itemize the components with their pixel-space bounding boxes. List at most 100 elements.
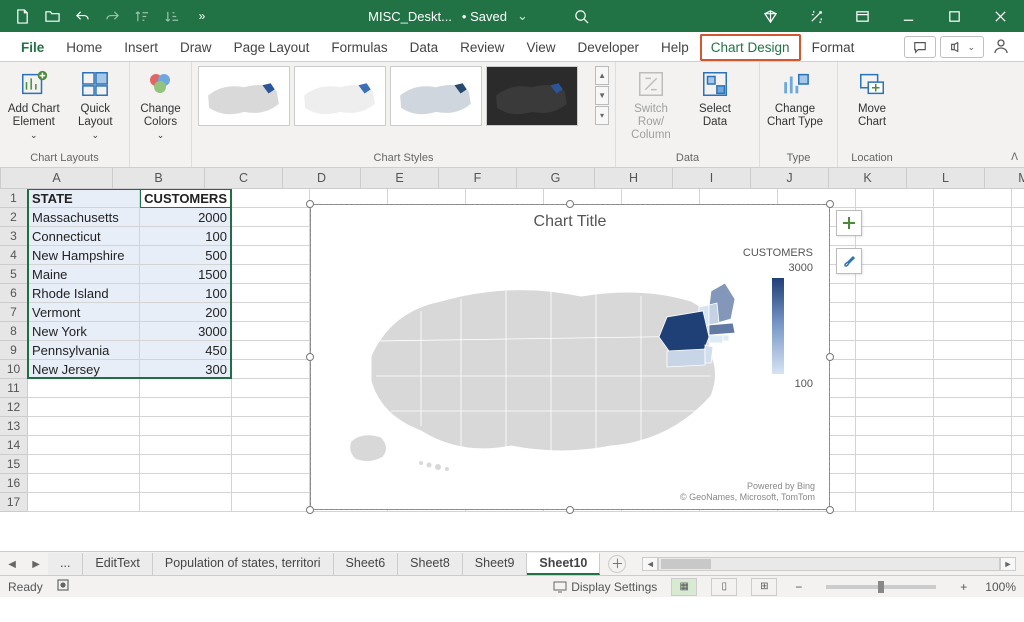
cell-B3[interactable]: 100 (140, 227, 232, 246)
cell-C11[interactable] (232, 379, 310, 398)
cell-L6[interactable] (934, 284, 1012, 303)
cell-B4[interactable]: 500 (140, 246, 232, 265)
tab-help[interactable]: Help (650, 34, 700, 61)
chart-resize-s[interactable] (566, 506, 574, 514)
cell-B10[interactable]: 300 (140, 360, 232, 379)
column-header-E[interactable]: E (361, 168, 439, 188)
cell-B5[interactable]: 1500 (140, 265, 232, 284)
display-settings-button[interactable]: Display Settings (553, 580, 657, 594)
chart-style-3[interactable] (390, 66, 482, 126)
view-normal-button[interactable]: ▦ (671, 578, 697, 596)
sheet-tab-sheet9[interactable]: Sheet9 (463, 553, 528, 575)
undo-icon[interactable] (68, 3, 96, 29)
chart-elements-plus-button[interactable] (836, 210, 862, 236)
zoom-out-button[interactable]: − (791, 580, 806, 594)
cell-B15[interactable] (140, 455, 232, 474)
cell-M7[interactable] (1012, 303, 1024, 322)
cell-K11[interactable] (856, 379, 934, 398)
row-header-4[interactable]: 4 (0, 246, 28, 265)
cell-K7[interactable] (856, 303, 934, 322)
select-data-button[interactable]: Select Data (686, 66, 744, 129)
tab-review[interactable]: Review (449, 34, 515, 61)
tab-file[interactable]: File (10, 34, 55, 61)
cell-L11[interactable] (934, 379, 1012, 398)
cell-C9[interactable] (232, 341, 310, 360)
cell-L15[interactable] (934, 455, 1012, 474)
collapse-ribbon-icon[interactable]: ᐱ (1011, 152, 1018, 163)
change-chart-type-button[interactable]: Change Chart Type (766, 66, 824, 129)
cell-A4[interactable]: New Hampshire (28, 246, 140, 265)
cell-L16[interactable] (934, 474, 1012, 493)
cell-A9[interactable]: Pennsylvania (28, 341, 140, 360)
cell-A17[interactable] (28, 493, 140, 512)
cell-A15[interactable] (28, 455, 140, 474)
cell-C15[interactable] (232, 455, 310, 474)
cell-A2[interactable]: Massachusetts (28, 208, 140, 227)
cell-K14[interactable] (856, 436, 934, 455)
cell-M8[interactable] (1012, 322, 1024, 341)
cell-A5[interactable]: Maine (28, 265, 140, 284)
worksheet-grid[interactable]: 1STATECUSTOMERS2Massachusetts20003Connec… (0, 189, 1024, 551)
cell-C14[interactable] (232, 436, 310, 455)
cell-K17[interactable] (856, 493, 934, 512)
chart-resize-ne[interactable] (826, 200, 834, 208)
cell-A11[interactable] (28, 379, 140, 398)
tab-home[interactable]: Home (55, 34, 113, 61)
zoom-level[interactable]: 100% (985, 580, 1016, 594)
chart-title[interactable]: Chart Title (311, 205, 829, 235)
cell-C13[interactable] (232, 417, 310, 436)
add-chart-element-button[interactable]: Add Chart Element⌄ (6, 66, 62, 142)
row-header-5[interactable]: 5 (0, 265, 28, 284)
cell-L7[interactable] (934, 303, 1012, 322)
cell-K9[interactable] (856, 341, 934, 360)
column-header-K[interactable]: K (829, 168, 907, 188)
column-header-J[interactable]: J (751, 168, 829, 188)
tab-formulas[interactable]: Formulas (320, 34, 398, 61)
share-button[interactable]: ⌄ (940, 36, 984, 58)
cell-B9[interactable]: 450 (140, 341, 232, 360)
chart-resize-n[interactable] (566, 200, 574, 208)
cell-B12[interactable] (140, 398, 232, 417)
chart-resize-sw[interactable] (306, 506, 314, 514)
quick-layout-button[interactable]: Quick Layout⌄ (68, 66, 124, 142)
cell-L14[interactable] (934, 436, 1012, 455)
cell-K8[interactable] (856, 322, 934, 341)
cell-L5[interactable] (934, 265, 1012, 284)
close-icon[interactable] (978, 1, 1022, 31)
cell-M14[interactable] (1012, 436, 1024, 455)
cell-A12[interactable] (28, 398, 140, 417)
row-header-2[interactable]: 2 (0, 208, 28, 227)
cell-L1[interactable] (934, 189, 1012, 208)
row-header-8[interactable]: 8 (0, 322, 28, 341)
cell-L13[interactable] (934, 417, 1012, 436)
sheet-tab-sheet10[interactable]: Sheet10 (527, 553, 600, 575)
title-dropdown-icon[interactable]: ⌄ (517, 8, 528, 24)
row-header-15[interactable]: 15 (0, 455, 28, 474)
cell-K2[interactable] (856, 208, 934, 227)
open-folder-icon[interactable] (38, 3, 66, 29)
cell-L9[interactable] (934, 341, 1012, 360)
cell-L2[interactable] (934, 208, 1012, 227)
change-colors-button[interactable]: Change Colors⌄ (136, 66, 185, 142)
premium-diamond-icon[interactable] (748, 1, 792, 31)
redo-icon[interactable] (98, 3, 126, 29)
cell-M16[interactable] (1012, 474, 1024, 493)
sheet-tab-population-of-states-territori[interactable]: Population of states, territori (153, 553, 334, 575)
cell-L10[interactable] (934, 360, 1012, 379)
cell-K4[interactable] (856, 246, 934, 265)
cell-L3[interactable] (934, 227, 1012, 246)
chart-styles-gallery[interactable] (198, 66, 587, 126)
cell-M10[interactable] (1012, 360, 1024, 379)
cell-M4[interactable] (1012, 246, 1024, 265)
tab-data[interactable]: Data (399, 34, 450, 61)
column-header-C[interactable]: C (205, 168, 283, 188)
cell-K5[interactable] (856, 265, 934, 284)
cell-B11[interactable] (140, 379, 232, 398)
cell-A6[interactable]: Rhode Island (28, 284, 140, 303)
comments-button[interactable] (904, 36, 936, 58)
add-sheet-button[interactable]: ＋ (608, 555, 626, 573)
wand-icon[interactable] (794, 1, 838, 31)
tab-view[interactable]: View (515, 34, 566, 61)
cell-M3[interactable] (1012, 227, 1024, 246)
sheet-tab-edittext[interactable]: EditText (83, 553, 152, 575)
